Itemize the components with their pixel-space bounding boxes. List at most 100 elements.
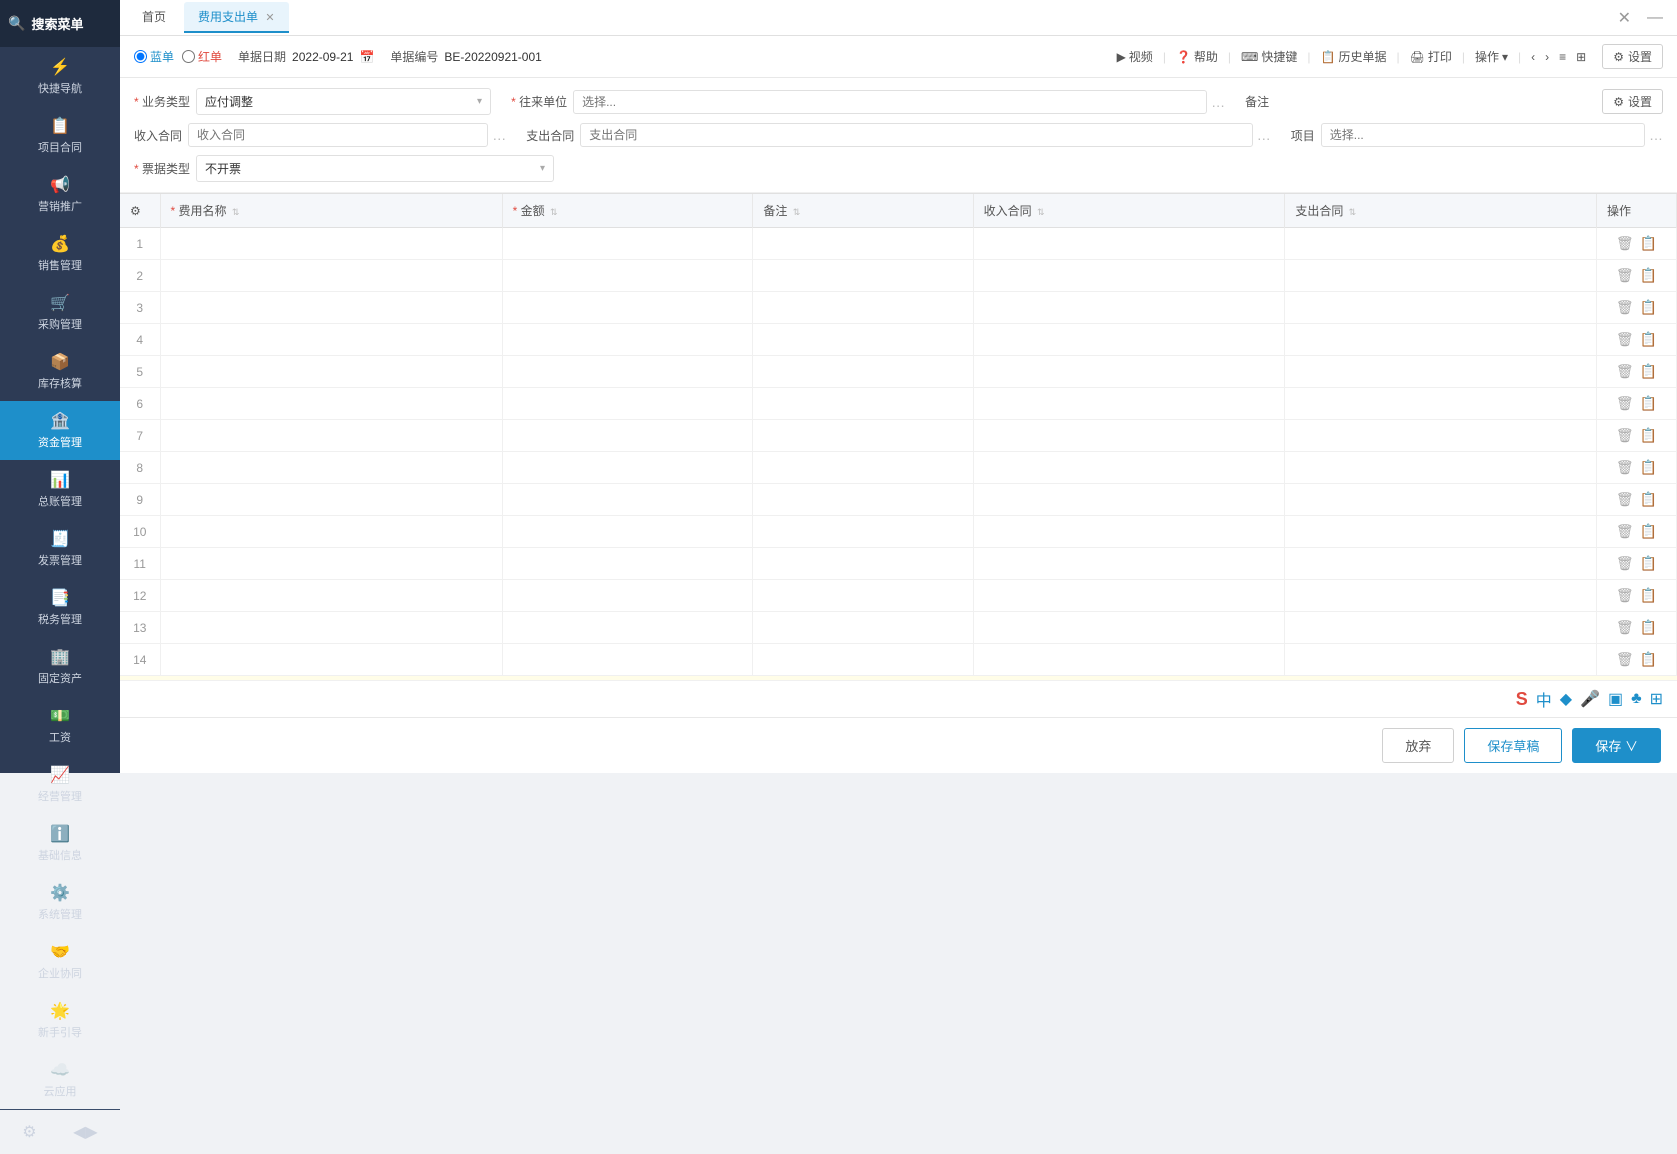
copy-icon[interactable]: 📋 (1640, 523, 1657, 540)
sort-icon[interactable]: ⇅ (232, 207, 240, 217)
cell-expense-contract[interactable] (1285, 612, 1597, 644)
delete-icon[interactable]: 🗑 (1616, 267, 1634, 284)
copy-icon[interactable]: 📋 (1640, 587, 1657, 604)
cell-amount[interactable] (502, 388, 753, 420)
sidebar-item-tax-mgmt[interactable]: 📑 税务管理 (0, 578, 120, 637)
action-video[interactable]: ▶ 视频 (1117, 48, 1153, 65)
sidebar-item-cloud-apps[interactable]: ☁️ 云应用 (0, 1050, 120, 1109)
calendar-icon[interactable]: 📅 (359, 50, 374, 64)
cell-remark[interactable] (753, 420, 973, 452)
cell-amount[interactable] (502, 260, 753, 292)
sidebar-item-fixed-assets[interactable]: 🏢 固定资产 (0, 637, 120, 696)
cell-expense-name[interactable] (160, 420, 502, 452)
abandon-button[interactable]: 放弃 (1382, 728, 1454, 763)
cell-amount[interactable] (502, 292, 753, 324)
partner-more-icon[interactable]: … (1211, 94, 1225, 110)
cell-expense-contract[interactable] (1285, 388, 1597, 420)
delete-icon[interactable]: 🗑 (1616, 331, 1634, 348)
delete-icon[interactable]: 🗑 (1616, 395, 1634, 412)
cell-expense-contract[interactable] (1285, 644, 1597, 676)
delete-icon[interactable]: 🗑 (1616, 619, 1634, 636)
copy-icon[interactable]: 📋 (1640, 619, 1657, 636)
expense-contract-input[interactable] (580, 123, 1252, 147)
cell-amount[interactable] (502, 516, 753, 548)
sidebar-item-system-mgmt[interactable]: ⚙️ 系统管理 (0, 873, 120, 932)
cell-expense-name[interactable] (160, 516, 502, 548)
copy-icon[interactable]: 📋 (1640, 235, 1657, 252)
view-grid-icon[interactable]: ⊞ (1576, 50, 1586, 64)
nav-next[interactable]: › (1545, 50, 1549, 64)
cell-expense-name[interactable] (160, 644, 502, 676)
delete-icon[interactable]: 🗑 (1616, 459, 1634, 476)
cell-income-contract[interactable] (973, 580, 1285, 612)
cell-remark[interactable] (753, 644, 973, 676)
cell-expense-contract[interactable] (1285, 420, 1597, 452)
cell-expense-name[interactable] (160, 324, 502, 356)
cell-expense-contract[interactable] (1285, 260, 1597, 292)
expense-contract-more-icon[interactable]: … (1257, 127, 1271, 143)
sidebar-item-operations[interactable]: 📈 经营管理 (0, 755, 120, 814)
delete-icon[interactable]: 🗑 (1616, 235, 1634, 252)
copy-icon[interactable]: 📋 (1640, 491, 1657, 508)
sidebar-item-project-contract[interactable]: 📋 项目合同 (0, 106, 120, 165)
cell-expense-contract[interactable] (1285, 452, 1597, 484)
cell-income-contract[interactable] (973, 452, 1285, 484)
copy-icon[interactable]: 📋 (1640, 267, 1657, 284)
project-more-icon[interactable]: … (1649, 127, 1663, 143)
delete-icon[interactable]: 🗑 (1616, 491, 1634, 508)
save-draft-button[interactable]: 保存草稿 (1464, 728, 1562, 763)
tab-expense[interactable]: 费用支出单 ✕ (184, 2, 289, 33)
copy-icon[interactable]: 📋 (1640, 651, 1657, 668)
cell-expense-contract[interactable] (1285, 324, 1597, 356)
cell-expense-contract[interactable] (1285, 548, 1597, 580)
settings-button[interactable]: ⚙ 设置 (1602, 44, 1663, 69)
tab-home[interactable]: 首页 (128, 2, 180, 33)
cell-amount[interactable] (502, 356, 753, 388)
sort-icon[interactable]: ⇅ (1349, 207, 1357, 217)
cell-expense-name[interactable] (160, 452, 502, 484)
cell-income-contract[interactable] (973, 612, 1285, 644)
partner-input[interactable] (573, 90, 1207, 114)
copy-icon[interactable]: 📋 (1640, 363, 1657, 380)
cell-income-contract[interactable] (973, 484, 1285, 516)
cell-amount[interactable] (502, 452, 753, 484)
window-close-icon[interactable]: ✕ (1612, 8, 1637, 28)
sidebar-item-invoice-mgmt[interactable]: 🧾 发票管理 (0, 519, 120, 578)
sidebar-item-inventory[interactable]: 📦 库存核算 (0, 342, 120, 401)
income-contract-input[interactable] (188, 123, 488, 147)
copy-icon[interactable]: 📋 (1640, 459, 1657, 476)
cell-expense-name[interactable] (160, 484, 502, 516)
radio-red[interactable]: 红单 (182, 48, 222, 65)
sort-icon[interactable]: ⇅ (1037, 207, 1045, 217)
settings-icon[interactable]: ⚙ (18, 1118, 40, 1146)
sidebar-item-capital-mgmt[interactable]: 🏦 资金管理 (0, 401, 120, 460)
save-button[interactable]: 保存 ∨ (1572, 728, 1661, 763)
cell-amount[interactable] (502, 644, 753, 676)
cell-remark[interactable] (753, 228, 973, 260)
cell-amount[interactable] (502, 612, 753, 644)
sidebar-item-quick-nav[interactable]: ⚡ 快捷导航 (0, 47, 120, 106)
cell-remark[interactable] (753, 356, 973, 388)
action-shortcut[interactable]: ⌨ 快捷键 (1241, 48, 1297, 65)
cell-income-contract[interactable] (973, 644, 1285, 676)
cell-income-contract[interactable] (973, 356, 1285, 388)
cell-expense-name[interactable] (160, 260, 502, 292)
sidebar-item-enterprise[interactable]: 🤝 企业协同 (0, 932, 120, 991)
cell-remark[interactable] (753, 484, 973, 516)
cell-income-contract[interactable] (973, 228, 1285, 260)
cell-remark[interactable] (753, 516, 973, 548)
cell-income-contract[interactable] (973, 548, 1285, 580)
delete-icon[interactable]: 🗑 (1616, 363, 1634, 380)
cell-income-contract[interactable] (973, 292, 1285, 324)
cell-expense-name[interactable] (160, 580, 502, 612)
sidebar-item-payroll[interactable]: 💵 工资 (0, 696, 120, 755)
sidebar-item-newcomer[interactable]: 🌟 新手引导 (0, 991, 120, 1050)
cell-income-contract[interactable] (973, 388, 1285, 420)
copy-icon[interactable]: 📋 (1640, 395, 1657, 412)
cell-remark[interactable] (753, 452, 973, 484)
delete-icon[interactable]: 🗑 (1616, 523, 1634, 540)
cell-expense-contract[interactable] (1285, 228, 1597, 260)
income-contract-more-icon[interactable]: … (492, 127, 506, 143)
action-help[interactable]: ❓ 帮助 (1176, 48, 1218, 65)
view-list-icon[interactable]: ≡ (1559, 50, 1566, 64)
